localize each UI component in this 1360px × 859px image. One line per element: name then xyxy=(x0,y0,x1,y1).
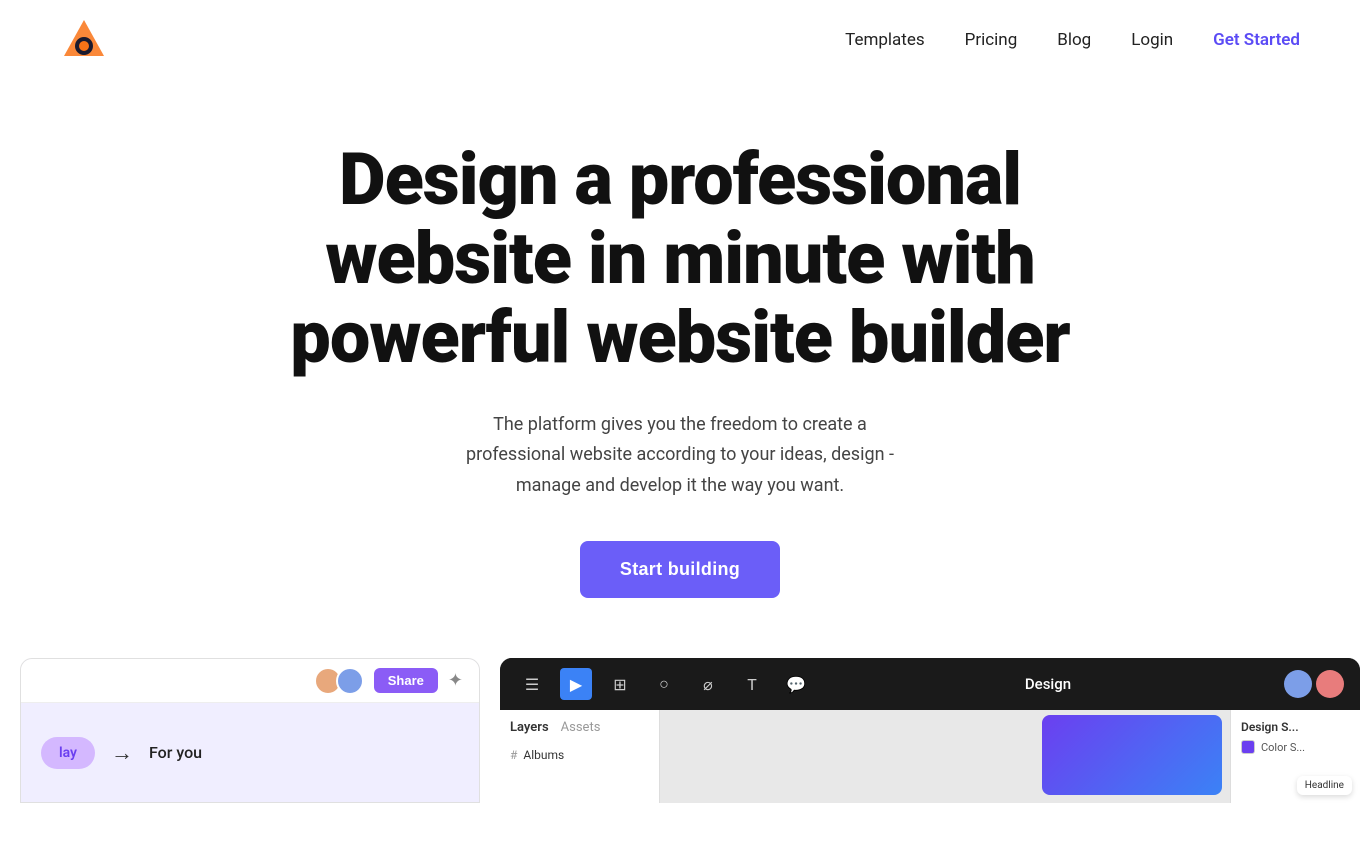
screenshot-left-content: lay → For you xyxy=(21,703,479,802)
screenshot-right: ☰ ▶ ⊞ ○ ⌀ T 💬 Design Layers xyxy=(500,658,1360,803)
logo[interactable] xyxy=(60,16,108,64)
nav-templates[interactable]: Templates xyxy=(845,30,925,50)
color-row: Color S... xyxy=(1241,740,1350,754)
editor-avatars xyxy=(1284,670,1344,698)
hero-section: Design a professional website in minute … xyxy=(0,80,1360,638)
toolbar-cursor-icon[interactable]: ▶ xyxy=(560,668,592,700)
navbar: Templates Pricing Blog Login Get Started xyxy=(0,0,1360,80)
pill-label: lay xyxy=(41,737,95,769)
toolbar-pen-icon[interactable]: ⌀ xyxy=(692,668,724,700)
arrow-icon: → xyxy=(111,740,133,766)
star-icon: ✦ xyxy=(448,670,463,691)
editor-avatar-1 xyxy=(1284,670,1312,698)
avatar-2 xyxy=(336,667,364,695)
toolbar-comment-icon[interactable]: 💬 xyxy=(780,668,812,700)
headline-card: Headline xyxy=(1297,776,1352,795)
avatar-group xyxy=(314,667,364,695)
color-swatch xyxy=(1241,740,1255,754)
hero-subtitle: The platform gives you the freedom to cr… xyxy=(450,410,910,502)
screenshot-left-bar: Share ✦ xyxy=(21,659,479,703)
hero-title: Design a professional website in minute … xyxy=(230,140,1130,378)
toolbar-text-icon[interactable]: T xyxy=(736,668,768,700)
editor-toolbar: ☰ ▶ ⊞ ○ ⌀ T 💬 Design xyxy=(500,658,1360,710)
screenshot-left: Share ✦ lay → For you xyxy=(20,658,480,803)
design-label: Design xyxy=(824,675,1272,693)
for-you-label: For you xyxy=(149,743,202,762)
design-panel: Design S... Color S... Headline xyxy=(1230,710,1360,803)
share-button[interactable]: Share xyxy=(374,668,438,693)
nav-login[interactable]: Login xyxy=(1131,30,1173,50)
toolbar-hamburger-icon[interactable]: ☰ xyxy=(516,668,548,700)
assets-tab[interactable]: Assets xyxy=(561,720,601,735)
nav-pricing[interactable]: Pricing xyxy=(965,30,1018,50)
start-building-button[interactable]: Start building xyxy=(580,541,780,598)
layer-item-albums: # Albums xyxy=(510,745,649,765)
design-section-title: Design S... xyxy=(1241,720,1350,734)
color-label: Color S... xyxy=(1261,741,1305,754)
nav-blog[interactable]: Blog xyxy=(1057,30,1091,50)
nav-get-started[interactable]: Get Started xyxy=(1213,30,1300,50)
canvas-area xyxy=(660,710,1230,803)
editor-avatar-2 xyxy=(1316,670,1344,698)
layers-panel: Layers Assets # Albums xyxy=(500,710,660,803)
editor-body: Layers Assets # Albums Design S... Color… xyxy=(500,710,1360,803)
canvas-card xyxy=(1042,715,1222,795)
screenshots-section: Share ✦ lay → For you ☰ ▶ ⊞ ○ ⌀ T 💬 Desi… xyxy=(0,658,1360,823)
toolbar-circle-icon[interactable]: ○ xyxy=(648,668,680,700)
logo-icon xyxy=(60,16,108,64)
toolbar-frame-icon[interactable]: ⊞ xyxy=(604,668,636,700)
layers-tab[interactable]: Layers xyxy=(510,720,549,735)
layers-tabs: Layers Assets xyxy=(510,720,649,735)
layer-albums-label: Albums xyxy=(523,748,564,762)
layer-hash-icon: # xyxy=(510,748,517,762)
nav-links: Templates Pricing Blog Login Get Started xyxy=(845,30,1300,50)
